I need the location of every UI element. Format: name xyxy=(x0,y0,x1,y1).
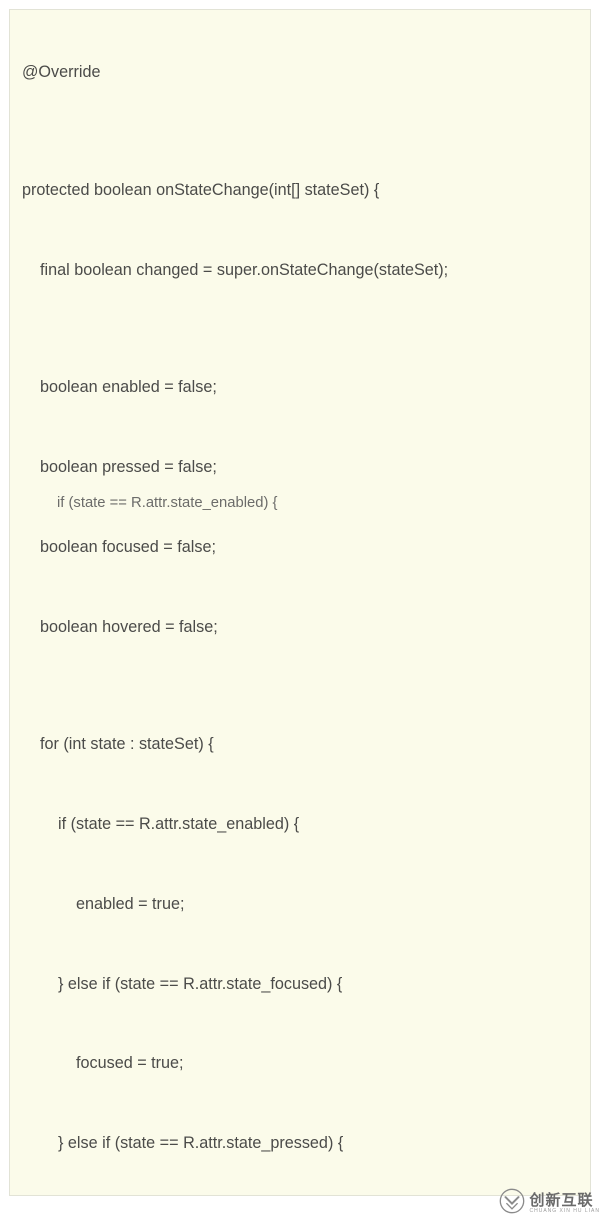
code-line: } else if (state == R.attr.state_pressed… xyxy=(22,1123,578,1165)
code-line: protected boolean onStateChange(int[] st… xyxy=(22,170,578,212)
code-line: focused = true; xyxy=(22,1043,578,1085)
watermark-logo-icon xyxy=(499,1188,525,1214)
watermark-main: 创新互联 xyxy=(529,1192,593,1209)
code-line: boolean enabled = false; xyxy=(22,367,578,409)
watermark: 创新互联 CHUANG XIN HU LIAN xyxy=(499,1187,600,1215)
code-line: boolean hovered = false; xyxy=(22,607,578,649)
code-line: for (int state : stateSet) { xyxy=(22,724,578,766)
code-line: final boolean changed = super.onStateCha… xyxy=(22,250,578,292)
code-line: @Override xyxy=(22,52,578,94)
code-block: @Override protected boolean onStateChang… xyxy=(9,9,591,1196)
code-line: } else if (state == R.attr.state_focused… xyxy=(22,964,578,1006)
watermark-sub: CHUANG XIN HU LIAN xyxy=(529,1208,600,1214)
code-line: enabled = true; xyxy=(22,884,578,926)
code-line: boolean pressed = false; xyxy=(22,447,578,489)
code-line: if (state == R.attr.state_enabled) { xyxy=(22,804,578,846)
watermark-text: 创新互联 CHUANG XIN HU LIAN xyxy=(529,1189,600,1214)
code-line: boolean focused = false; xyxy=(22,527,578,569)
